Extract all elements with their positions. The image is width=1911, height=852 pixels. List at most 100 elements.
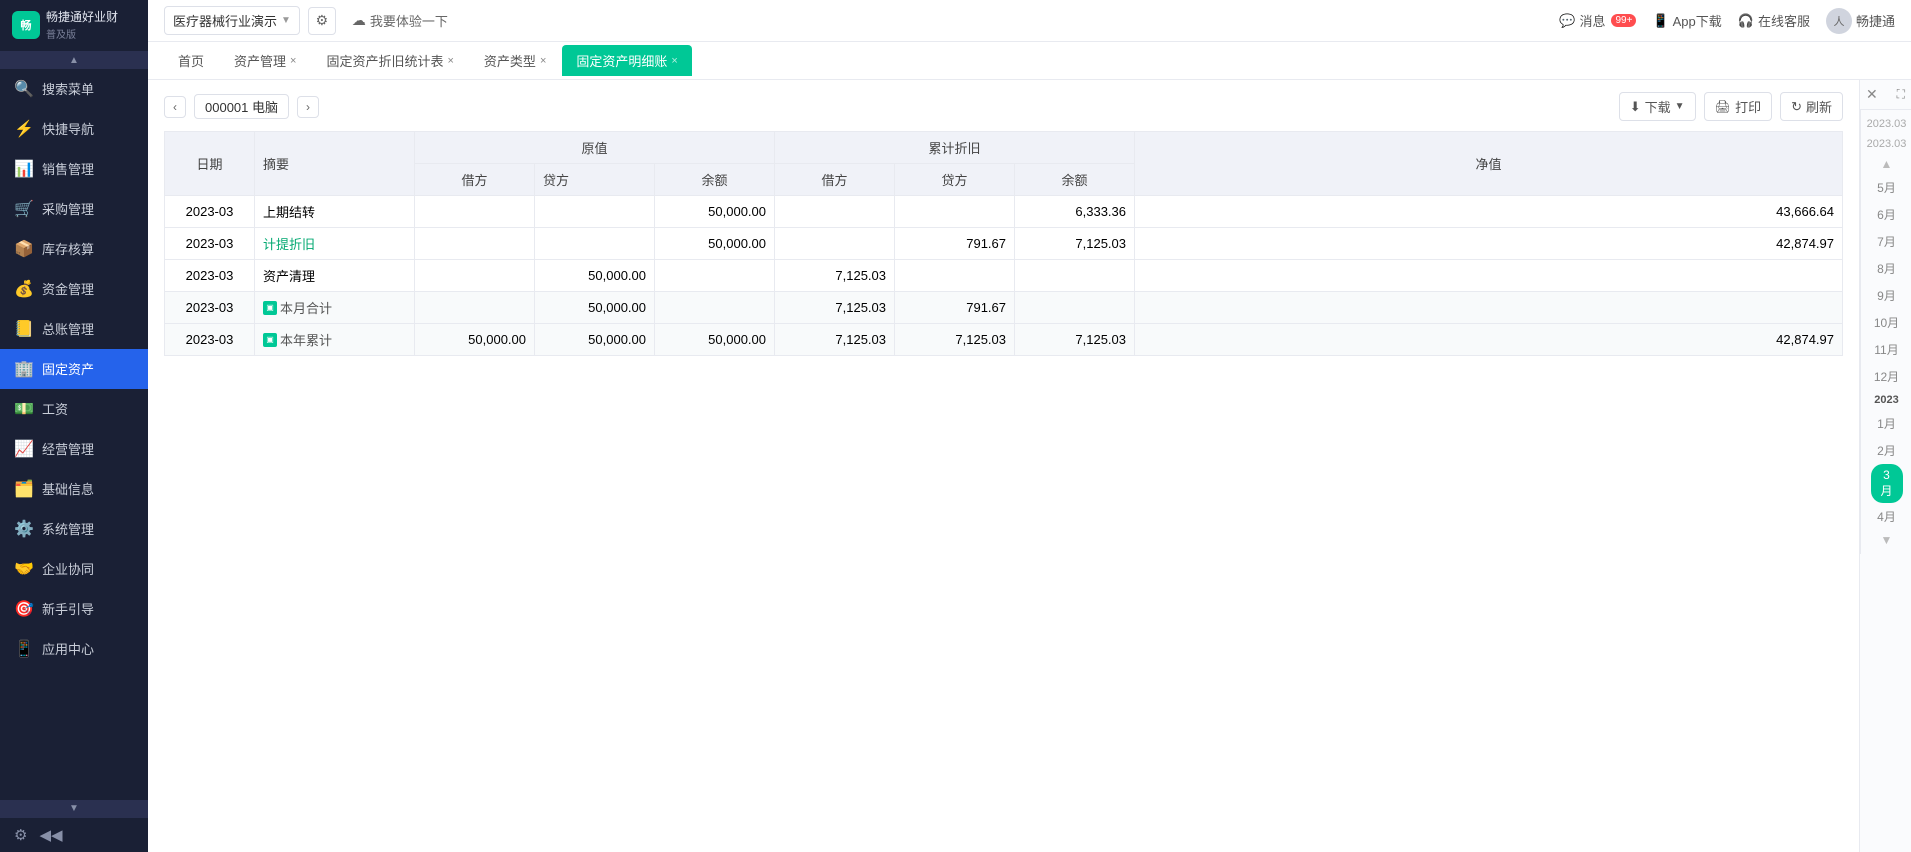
header-accumulated-depreciation: 累计折旧 [775,132,1135,164]
sidebar-scroll-up[interactable]: ▲ [0,52,148,69]
refresh-button[interactable]: ↻ 刷新 [1780,92,1843,121]
timeline-month-5[interactable]: 5月 [1861,174,1911,201]
asset-actions: ⬇ 下载 ▼ 🖨 打印 ↻ 刷新 [1619,92,1843,121]
sidebar-item-app-center[interactable]: 📱 应用中心 [0,629,148,669]
download-button[interactable]: ⬇ 下载 ▼ [1619,92,1696,121]
timeline-year-2023: 2023 [1874,390,1898,410]
table-row: 2023-03 计提折旧 50,000.00 791.67 7,125.03 4… [165,228,1843,260]
collapse-sidebar-icon[interactable]: ◀◀ [39,826,62,844]
sidebar-item-payroll[interactable]: 💵 工资 [0,389,148,429]
app-download-button[interactable]: 📱 App下载 [1652,11,1721,30]
refresh-icon: ↻ [1791,99,1802,115]
timeline-month-10[interactable]: 10月 [1861,309,1911,336]
customer-service-button[interactable]: 🎧 在线客服 [1738,11,1810,30]
purchase-icon: 🛒 [14,199,34,219]
sidebar-bottom: ⚙ ◀◀ [0,817,148,852]
row1-acc-balance: 6,333.36 [1015,196,1135,228]
timeline-month-1[interactable]: 1月 [1861,410,1911,437]
sidebar-item-system[interactable]: ⚙️ 系统管理 [0,509,148,549]
ledger-icon: 📒 [14,319,34,339]
tab-asset-mgmt[interactable]: 资产管理 × [220,45,310,76]
row1-acc-credit [895,196,1015,228]
timeline-month-2[interactable]: 2月 [1861,437,1911,464]
row3-orig-credit: 50,000.00 [535,260,655,292]
close-panel-button[interactable]: ✕ [1866,86,1878,103]
header-acc-balance: 余额 [1015,164,1135,196]
table-row: 2023-03 ▣ 本年累计 50,000.00 50,000.00 50,00… [165,324,1843,356]
sidebar: 畅 畅捷通好业财 普及版 ▲ 🔍 搜索菜单 ⚡ 快捷导航 📊 销售管理 🛒 采购… [0,0,148,852]
row5-acc-balance: 7,125.03 [1015,324,1135,356]
sidebar-item-fixed-assets[interactable]: 🏢 固定资产 [0,349,148,389]
sidebar-item-operations[interactable]: 📈 经营管理 [0,429,148,469]
row4-desc: ▣ 本月合计 [255,292,415,324]
timeline-month-9[interactable]: 9月 [1861,282,1911,309]
enterprise-icon: 🤝 [14,559,34,579]
timeline-up-chevron[interactable]: ▲ [1878,154,1896,174]
tab-close-asset-type[interactable]: × [540,55,546,67]
experience-link[interactable]: ☁ 我要体验一下 [352,11,448,30]
company-selector[interactable]: 医疗器械行业演示 ▼ [164,6,300,35]
row4-date: 2023-03 [165,292,255,324]
tab-depreciation-table[interactable]: 固定资产折旧统计表 × [312,45,467,76]
row1-orig-debit [415,196,535,228]
message-badge: 99+ [1611,14,1636,27]
row5-orig-debit: 50,000.00 [415,324,535,356]
table-row: 2023-03 上期结转 50,000.00 6,333.36 43,666.6… [165,196,1843,228]
timeline: 2023.03 2023.03 ▲ 5月 6月 7月 8月 9月 10月 11月… [1860,110,1911,554]
tab-asset-detail[interactable]: 固定资产明细账 × [562,45,691,76]
sidebar-item-ledger[interactable]: 📒 总账管理 [0,309,148,349]
app-center-icon: 📱 [14,639,34,659]
row3-acc-debit: 7,125.03 [775,260,895,292]
row4-acc-credit: 791.67 [895,292,1015,324]
print-icon: 🖨 [1715,99,1732,115]
sidebar-item-search[interactable]: 🔍 搜索菜单 [0,69,148,109]
timeline-down-chevron[interactable]: ▼ [1878,530,1896,550]
timeline-month-4[interactable]: 4月 [1861,503,1911,530]
tab-close-asset-detail[interactable]: × [671,55,677,67]
settings-bottom-icon[interactable]: ⚙ [14,826,27,844]
sidebar-item-guide[interactable]: 🎯 新手引导 [0,589,148,629]
row5-orig-balance: 50,000.00 [655,324,775,356]
row3-orig-debit [415,260,535,292]
header-date: 日期 [165,132,255,196]
expand-panel-button[interactable]: ⛶ [1897,87,1905,102]
timeline-month-8[interactable]: 8月 [1861,255,1911,282]
tab-close-depreciation-table[interactable]: × [447,55,453,67]
timeline-month-3[interactable]: 3月 [1871,464,1903,503]
sidebar-item-base-info[interactable]: 🗂️ 基础信息 [0,469,148,509]
timeline-month-12[interactable]: 12月 [1861,363,1911,390]
search-icon: 🔍 [14,79,34,99]
sidebar-item-inventory[interactable]: 📦 库存核算 [0,229,148,269]
timeline-month-11[interactable]: 11月 [1861,336,1911,363]
sidebar-item-funds[interactable]: 💰 资金管理 [0,269,148,309]
tab-asset-type[interactable]: 资产类型 × [470,45,560,76]
row4-acc-debit: 7,125.03 [775,292,895,324]
row4-net-value [1135,292,1843,324]
avatar: 人 [1826,8,1852,34]
tab-home[interactable]: 首页 [164,45,218,76]
sidebar-item-enterprise[interactable]: 🤝 企业协同 [0,549,148,589]
header-orig-credit: 贷方 [535,164,655,196]
row2-acc-balance: 7,125.03 [1015,228,1135,260]
experience-icon: ☁ [352,12,366,29]
row5-desc: ▣ 本年累计 [255,324,415,356]
timeline-month-7[interactable]: 7月 [1861,228,1911,255]
sidebar-item-quick-nav[interactable]: ⚡ 快捷导航 [0,109,148,149]
message-button[interactable]: 💬 消息 99+ [1559,11,1636,30]
user-menu[interactable]: 人 畅捷通 [1826,8,1895,34]
sidebar-scroll-down[interactable]: ▼ [0,800,148,817]
row5-acc-credit: 7,125.03 [895,324,1015,356]
row4-orig-balance [655,292,775,324]
sidebar-item-sales[interactable]: 📊 销售管理 [0,149,148,189]
next-asset-button[interactable]: › [297,96,319,118]
print-button[interactable]: 🖨 打印 [1704,92,1773,121]
tab-close-asset-mgmt[interactable]: × [290,55,296,67]
system-icon: ⚙️ [14,519,34,539]
row1-desc: 上期结转 [255,196,415,228]
sidebar-item-purchase[interactable]: 🛒 采购管理 [0,189,148,229]
timeline-month-6[interactable]: 6月 [1861,201,1911,228]
prev-asset-button[interactable]: ‹ [164,96,186,118]
fixed-assets-icon: 🏢 [14,359,34,379]
app-download-icon: 📱 [1652,13,1668,29]
settings-button[interactable]: ⚙ [308,7,336,35]
